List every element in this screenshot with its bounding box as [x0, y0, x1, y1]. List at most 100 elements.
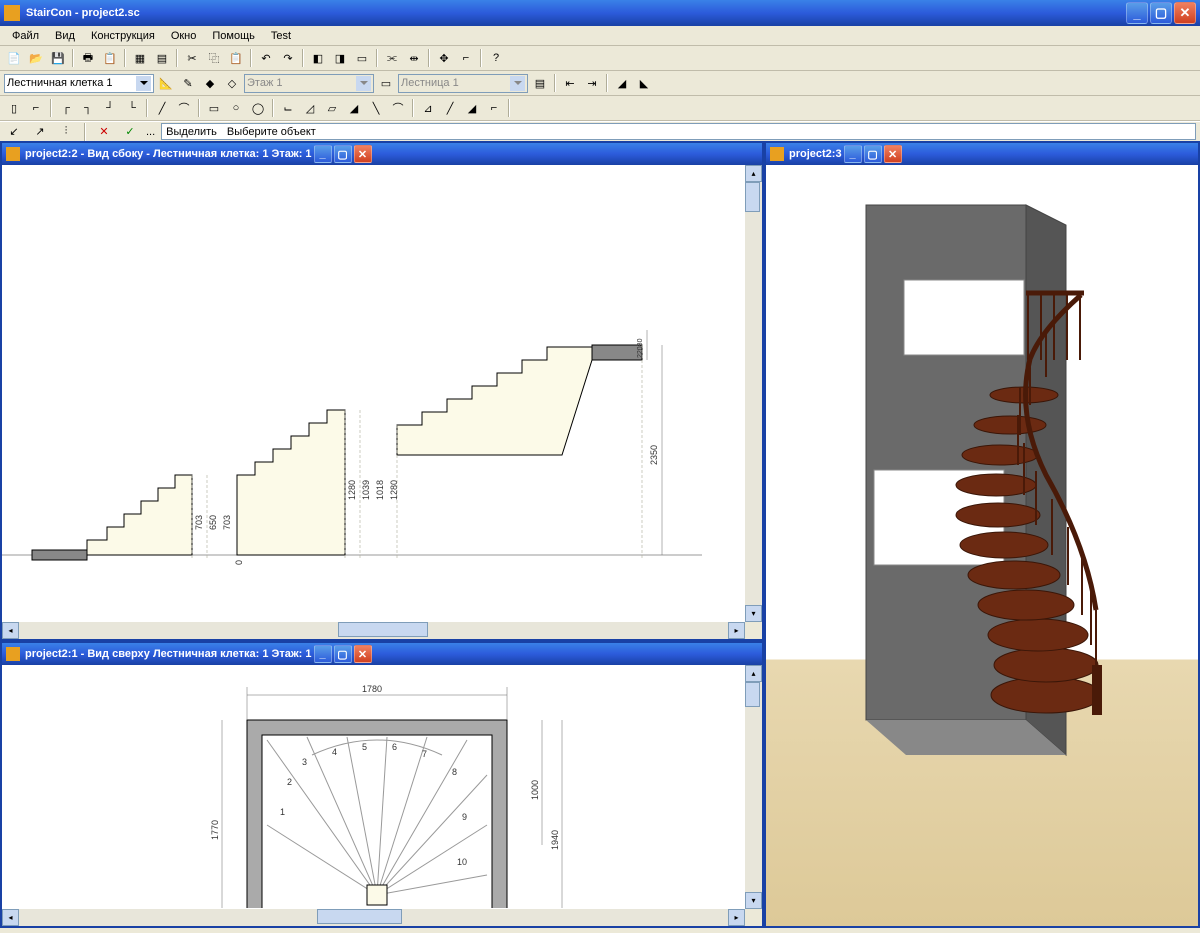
arc-icon[interactable]: ⌒ — [174, 98, 194, 118]
copy-icon[interactable]: ⿻ — [204, 48, 224, 68]
scroll-up-icon[interactable]: ▴ — [745, 665, 762, 682]
r3k-icon[interactable]: ╲ — [366, 98, 386, 118]
link-icon[interactable]: ⫘ — [382, 48, 402, 68]
side-maximize-button[interactable]: ▢ — [334, 145, 352, 163]
scroll-left-icon[interactable]: ◂ — [2, 909, 19, 926]
side-close-button[interactable]: ✕ — [354, 145, 372, 163]
svg-text:703: 703 — [222, 515, 232, 530]
r3h-icon[interactable]: ◿ — [300, 98, 320, 118]
r3m-icon[interactable]: ⊿ — [418, 98, 438, 118]
t5-icon[interactable]: ▭ — [352, 48, 372, 68]
line-icon[interactable]: ╱ — [152, 98, 172, 118]
r2d-icon[interactable]: ◇ — [222, 73, 242, 93]
svg-text:0: 0 — [234, 560, 244, 565]
menu-help[interactable]: Помощь — [204, 28, 263, 44]
main-maximize-button[interactable]: ▢ — [1150, 2, 1172, 24]
scroll-left-icon[interactable]: ◂ — [2, 622, 19, 639]
new-icon[interactable]: 📄 — [4, 48, 24, 68]
r3b-icon[interactable]: ⌐ — [26, 98, 46, 118]
floor-combo[interactable]: Этаж 1 — [244, 74, 374, 93]
top-minimize-button[interactable]: _ — [314, 645, 332, 663]
unlink-icon[interactable]: ⇹ — [404, 48, 424, 68]
scroll-up-icon[interactable]: ▴ — [745, 165, 762, 182]
r3p-icon[interactable]: ⌐ — [484, 98, 504, 118]
main-close-button[interactable]: ✕ — [1174, 2, 1196, 24]
r3i-icon[interactable]: ▱ — [322, 98, 342, 118]
circle2-icon[interactable]: ◯ — [248, 98, 268, 118]
main-minimize-button[interactable]: _ — [1126, 2, 1148, 24]
r3g-icon[interactable]: ⌙ — [278, 98, 298, 118]
r3f-icon[interactable]: └ — [122, 98, 142, 118]
sb-icon[interactable]: ↗ — [30, 122, 50, 142]
top-view-titlebar[interactable]: project2:1 - Вид сверху Лестничная клетк… — [2, 643, 762, 665]
top-close-button[interactable]: ✕ — [354, 645, 372, 663]
r2e-icon[interactable]: ▭ — [376, 73, 396, 93]
r3e-icon[interactable]: ┘ — [100, 98, 120, 118]
r2h-icon[interactable]: ⇥ — [582, 73, 602, 93]
menu-view[interactable]: Вид — [47, 28, 83, 44]
3d-close-button[interactable]: ✕ — [884, 145, 902, 163]
r3c-icon[interactable]: ┌ — [56, 98, 76, 118]
save-icon[interactable]: 💾 — [48, 48, 68, 68]
3d-view-canvas[interactable] — [766, 165, 1198, 926]
rect-icon[interactable]: ▭ — [204, 98, 224, 118]
help-icon[interactable]: ? — [486, 48, 506, 68]
svg-text:1280: 1280 — [389, 480, 399, 500]
cancel-icon[interactable]: ✕ — [94, 122, 114, 142]
ok-icon[interactable]: ✓ — [120, 122, 140, 142]
r2g-icon[interactable]: ⇤ — [560, 73, 580, 93]
side-hscrollbar[interactable]: ◂ ▸ — [2, 622, 745, 639]
side-view-titlebar[interactable]: project2:2 - Вид сбоку - Лестничная клет… — [2, 143, 762, 165]
3d-minimize-button[interactable]: _ — [844, 145, 862, 163]
r3o-icon[interactable]: ◢ — [462, 98, 482, 118]
r2f-icon[interactable]: ▤ — [530, 73, 550, 93]
r2j-icon[interactable]: ◣ — [634, 73, 654, 93]
stairwell-combo[interactable]: Лестничная клетка 1 — [4, 74, 154, 93]
menu-construction[interactable]: Конструкция — [83, 28, 163, 44]
redo-icon[interactable]: ↷ — [278, 48, 298, 68]
open-icon[interactable]: 📂 — [26, 48, 46, 68]
sc-icon[interactable]: ⫶ — [56, 122, 76, 142]
t1-icon[interactable]: ▦ — [130, 48, 150, 68]
r3a-icon[interactable]: ▯ — [4, 98, 24, 118]
cut-icon[interactable]: ✂ — [182, 48, 202, 68]
3d-maximize-button[interactable]: ▢ — [864, 145, 882, 163]
top-maximize-button[interactable]: ▢ — [334, 645, 352, 663]
r3d-icon[interactable]: ┐ — [78, 98, 98, 118]
chevron-down-icon — [356, 76, 371, 91]
side-minimize-button[interactable]: _ — [314, 145, 332, 163]
r3n-icon[interactable]: ╱ — [440, 98, 460, 118]
r2a-icon[interactable]: 📐 — [156, 73, 176, 93]
stair-combo[interactable]: Лестница 1 — [398, 74, 528, 93]
circle-icon[interactable]: ○ — [226, 98, 246, 118]
scroll-right-icon[interactable]: ▸ — [728, 909, 745, 926]
corner-icon[interactable]: ⌐ — [456, 48, 476, 68]
t2-icon[interactable]: ▤ — [152, 48, 172, 68]
3d-view-titlebar[interactable]: project2:3 _ ▢ ✕ — [766, 143, 1198, 165]
status-input[interactable]: Выделить Выберите объект — [161, 123, 1196, 140]
menu-test[interactable]: Test — [263, 28, 299, 44]
print-icon[interactable]: 🖶 — [78, 48, 98, 68]
sa-icon[interactable]: ↙ — [4, 122, 24, 142]
side-vscrollbar[interactable]: ▴ ▾ — [745, 165, 762, 622]
paste-icon[interactable]: 📋 — [226, 48, 246, 68]
move-icon[interactable]: ✥ — [434, 48, 454, 68]
scroll-down-icon[interactable]: ▾ — [745, 605, 762, 622]
undo-icon[interactable]: ↶ — [256, 48, 276, 68]
r2b-icon[interactable]: ✎ — [178, 73, 198, 93]
r3j-icon[interactable]: ◢ — [344, 98, 364, 118]
t4-icon[interactable]: ◨ — [330, 48, 350, 68]
top-view-canvas[interactable]: 1 2 3 4 5 6 7 8 9 10 1780 1770 — [2, 665, 762, 926]
r2i-icon[interactable]: ◢ — [612, 73, 632, 93]
menu-file[interactable]: Файл — [4, 28, 47, 44]
print-preview-icon[interactable]: 📋 — [100, 48, 120, 68]
menu-window[interactable]: Окно — [163, 28, 205, 44]
r2c-icon[interactable]: ◆ — [200, 73, 220, 93]
scroll-down-icon[interactable]: ▾ — [745, 892, 762, 909]
top-hscrollbar[interactable]: ◂ ▸ — [2, 909, 745, 926]
t3-icon[interactable]: ◧ — [308, 48, 328, 68]
side-view-canvas[interactable]: 2350 22080 703 650 703 0 1280 1039 1018 … — [2, 165, 762, 639]
r3l-icon[interactable]: ⌒ — [388, 98, 408, 118]
top-vscrollbar[interactable]: ▴ ▾ — [745, 665, 762, 909]
scroll-right-icon[interactable]: ▸ — [728, 622, 745, 639]
